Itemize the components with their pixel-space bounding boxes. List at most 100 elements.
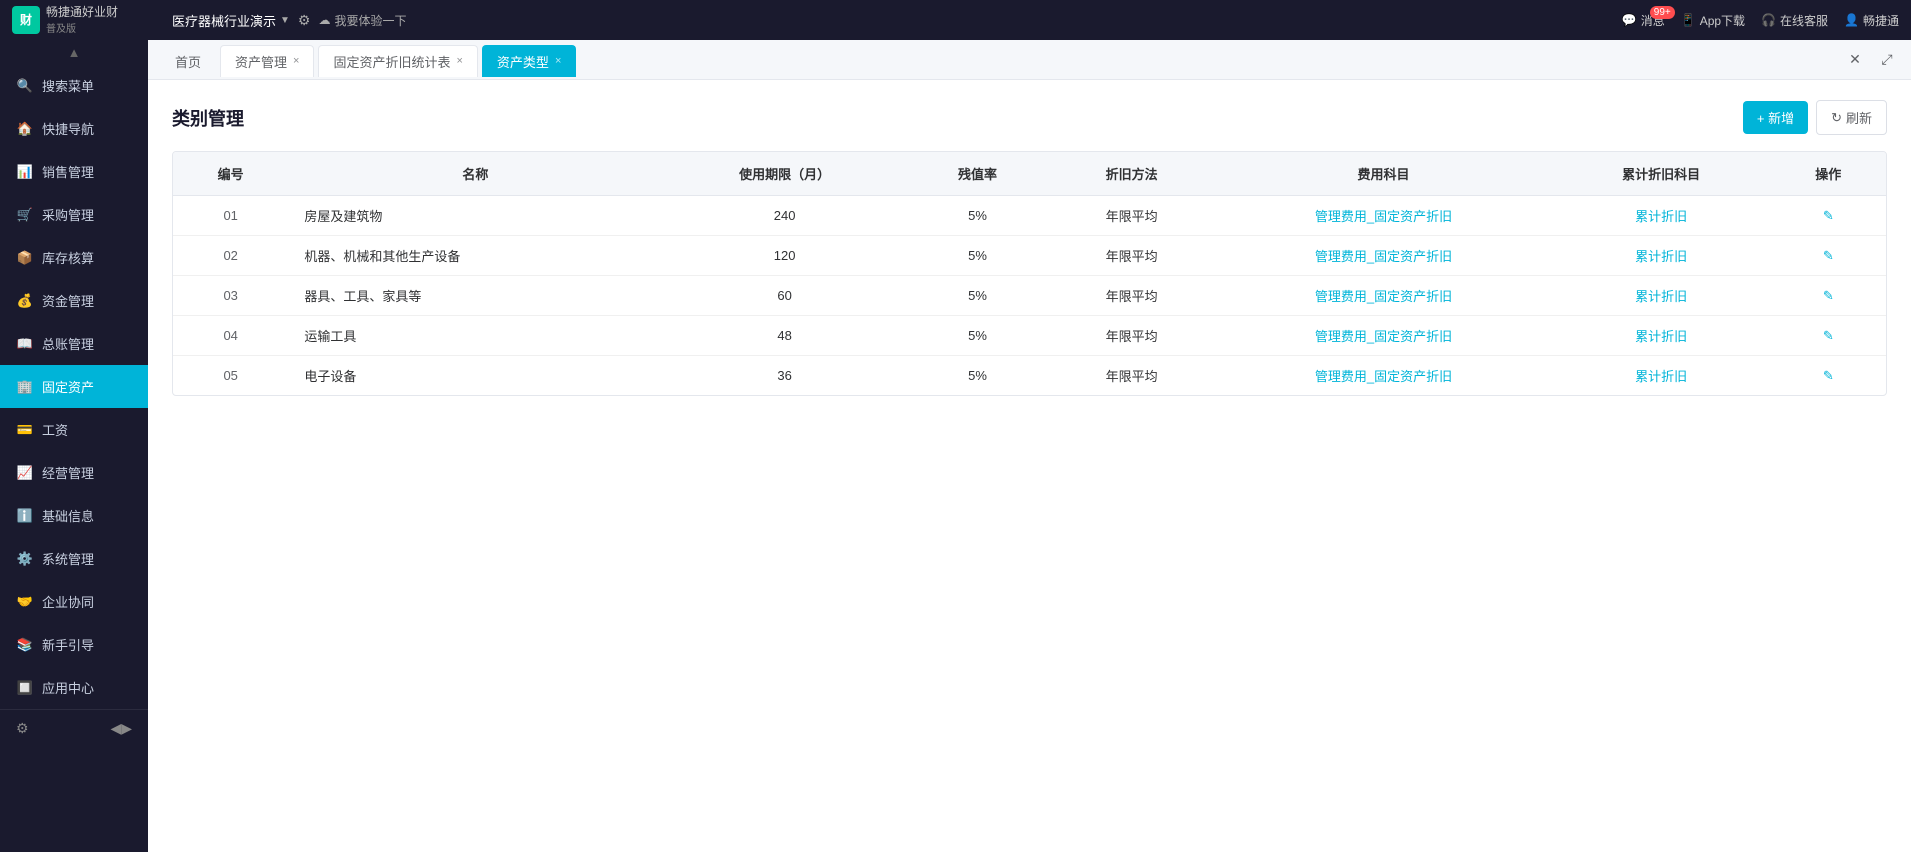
- cooperation-icon: 🤝: [16, 593, 34, 611]
- sidebar-item-cooperation[interactable]: 🤝 企业协同: [0, 580, 148, 623]
- sidebar-item-fixed-assets[interactable]: 🏢 固定资产: [0, 365, 148, 408]
- page-actions: + 新增 ↻ 刷新: [1743, 100, 1887, 135]
- cell-name: 电子设备: [288, 356, 662, 396]
- cell-residual: 5%: [907, 236, 1048, 276]
- sidebar-label-sales: 销售管理: [42, 162, 94, 181]
- table-header-row: 编号名称使用期限（月）残值率折旧方法费用科目累计折旧科目操作: [173, 152, 1886, 196]
- phone-icon: 📱: [1681, 13, 1696, 27]
- sidebar-label-fixed-assets: 固定资产: [42, 377, 94, 396]
- add-button[interactable]: + 新增: [1743, 101, 1808, 134]
- cell-method: 年限平均: [1048, 236, 1215, 276]
- sidebar-label-ledger: 总账管理: [42, 334, 94, 353]
- table-row: 03 器具、工具、家具等 60 5% 年限平均 管理费用_固定资产折旧 累计折旧…: [173, 276, 1886, 316]
- sidebar-label-capital: 资金管理: [42, 291, 94, 310]
- sidebar-item-ledger[interactable]: 📖 总账管理: [0, 322, 148, 365]
- user-icon: 👤: [1844, 13, 1859, 27]
- settings-icon[interactable]: ⚙: [298, 12, 311, 29]
- tabs-container: 首页资产管理×固定资产折旧统计表×资产类型×: [160, 44, 576, 76]
- col-header: 残值率: [907, 152, 1048, 196]
- cell-expense: 管理费用_固定资产折旧: [1215, 316, 1552, 356]
- logo: 财 畅捷通好业财 普及版: [12, 5, 160, 34]
- topbar: 财 畅捷通好业财 普及版 医疗器械行业演示 ▼ ⚙ ☁ 我要体验一下 💬 消息 …: [0, 0, 1911, 40]
- tab-asset-mgmt[interactable]: 资产管理 ×: [220, 45, 314, 77]
- experience-btn[interactable]: ☁ 我要体验一下: [318, 12, 406, 29]
- purchase-icon: 🛒: [16, 206, 34, 224]
- tab-close-depreciation-table[interactable]: ×: [456, 55, 462, 67]
- tab-depreciation-table[interactable]: 固定资产折旧统计表×: [318, 45, 477, 77]
- main-layout: ▲ 🔍 搜索菜单 🏠 快捷导航 📊 销售管理 🛒 采购管理 📦 库存核算 💰 资…: [0, 40, 1911, 852]
- tab-close-asset-mgmt[interactable]: ×: [293, 55, 299, 67]
- tab-label-asset-mgmt: 资产管理: [235, 52, 287, 71]
- fixed-assets-icon: 🏢: [16, 378, 34, 396]
- sidebar-item-quick-nav[interactable]: 🏠 快捷导航: [0, 107, 148, 150]
- module-selector[interactable]: 医疗器械行业演示 ▼: [172, 11, 290, 30]
- tab-home[interactable]: 首页: [160, 45, 216, 77]
- cell-expense: 管理费用_固定资产折旧: [1215, 236, 1552, 276]
- sidebar-label-search: 搜索菜单: [42, 76, 94, 95]
- system-icon: ⚙️: [16, 550, 34, 568]
- cell-expense: 管理费用_固定资产折旧: [1215, 356, 1552, 396]
- cell-action[interactable]: ✎: [1771, 356, 1886, 396]
- sidebar-label-cooperation: 企业协同: [42, 592, 94, 611]
- close-window-btn[interactable]: ✕: [1843, 48, 1867, 72]
- topbar-right: 💬 消息 99+ 📱 App下载 🎧 在线客服 👤 畅捷通: [1622, 12, 1899, 29]
- sidebar-item-salary[interactable]: 💳 工资: [0, 408, 148, 451]
- cell-action[interactable]: ✎: [1771, 276, 1886, 316]
- sidebar-item-guide[interactable]: 📚 新手引导: [0, 623, 148, 666]
- app-download-btn[interactable]: 📱 App下载: [1681, 12, 1745, 29]
- cell-period: 36: [662, 356, 907, 396]
- search-icon: 🔍: [16, 77, 34, 95]
- cell-residual: 5%: [907, 356, 1048, 396]
- message-btn[interactable]: 💬 消息 99+: [1622, 12, 1665, 29]
- user-btn[interactable]: 👤 畅捷通: [1844, 12, 1899, 29]
- cell-residual: 5%: [907, 276, 1048, 316]
- sidebar-scroll-up[interactable]: ▲: [0, 40, 148, 64]
- refresh-button[interactable]: ↻ 刷新: [1816, 100, 1887, 135]
- tab-asset-type[interactable]: 资产类型×: [482, 45, 576, 77]
- sidebar-item-app-center[interactable]: 🔲 应用中心: [0, 666, 148, 709]
- collapse-icon[interactable]: ◀▶: [110, 720, 132, 737]
- sidebar-label-guide: 新手引导: [42, 635, 94, 654]
- capital-icon: 💰: [16, 292, 34, 310]
- cell-name: 器具、工具、家具等: [288, 276, 662, 316]
- sidebar-item-system[interactable]: ⚙️ 系统管理: [0, 537, 148, 580]
- cell-action[interactable]: ✎: [1771, 196, 1886, 236]
- content: 首页资产管理×固定资产折旧统计表×资产类型× ✕ ⤢ 类别管理 + 新增 ↻ 刷…: [148, 40, 1911, 852]
- sidebar-item-purchase[interactable]: 🛒 采购管理: [0, 193, 148, 236]
- customer-service-btn[interactable]: 🎧 在线客服: [1761, 12, 1828, 29]
- sidebar-item-inventory[interactable]: 📦 库存核算: [0, 236, 148, 279]
- cell-action[interactable]: ✎: [1771, 236, 1886, 276]
- cell-code: 02: [173, 236, 288, 276]
- table-row: 04 运输工具 48 5% 年限平均 管理费用_固定资产折旧 累计折旧 ✎: [173, 316, 1886, 356]
- sidebar: ▲ 🔍 搜索菜单 🏠 快捷导航 📊 销售管理 🛒 采购管理 📦 库存核算 💰 资…: [0, 40, 148, 852]
- cell-period: 240: [662, 196, 907, 236]
- cell-accum: 累计折旧: [1552, 196, 1771, 236]
- sidebar-item-capital[interactable]: 💰 资金管理: [0, 279, 148, 322]
- table-body: 01 房屋及建筑物 240 5% 年限平均 管理费用_固定资产折旧 累计折旧 ✎…: [173, 196, 1886, 396]
- message-badge: 99+: [1650, 6, 1675, 19]
- inventory-icon: 📦: [16, 249, 34, 267]
- cell-accum: 累计折旧: [1552, 356, 1771, 396]
- sidebar-label-system: 系统管理: [42, 549, 94, 568]
- sidebar-items: 🔍 搜索菜单 🏠 快捷导航 📊 销售管理 🛒 采购管理 📦 库存核算 💰 资金管…: [0, 64, 148, 709]
- message-icon: 💬: [1622, 13, 1637, 27]
- maximize-btn[interactable]: ⤢: [1875, 48, 1899, 72]
- app-center-icon: 🔲: [16, 679, 34, 697]
- sidebar-item-basic-info[interactable]: ℹ️ 基础信息: [0, 494, 148, 537]
- cell-accum: 累计折旧: [1552, 236, 1771, 276]
- cell-accum: 累计折旧: [1552, 316, 1771, 356]
- sidebar-item-search[interactable]: 🔍 搜索菜单: [0, 64, 148, 107]
- sidebar-label-inventory: 库存核算: [42, 248, 94, 267]
- sidebar-label-basic-info: 基础信息: [42, 506, 94, 525]
- cell-expense: 管理费用_固定资产折旧: [1215, 276, 1552, 316]
- cell-action[interactable]: ✎: [1771, 316, 1886, 356]
- ledger-icon: 📖: [16, 335, 34, 353]
- cell-method: 年限平均: [1048, 276, 1215, 316]
- sidebar-item-management[interactable]: 📈 经营管理: [0, 451, 148, 494]
- sidebar-label-quick-nav: 快捷导航: [42, 119, 94, 138]
- sidebar-item-sales[interactable]: 📊 销售管理: [0, 150, 148, 193]
- tab-close-asset-type[interactable]: ×: [555, 55, 561, 67]
- salary-icon: 💳: [16, 421, 34, 439]
- settings-bottom-icon[interactable]: ⚙: [16, 720, 29, 737]
- col-header: 费用科目: [1215, 152, 1552, 196]
